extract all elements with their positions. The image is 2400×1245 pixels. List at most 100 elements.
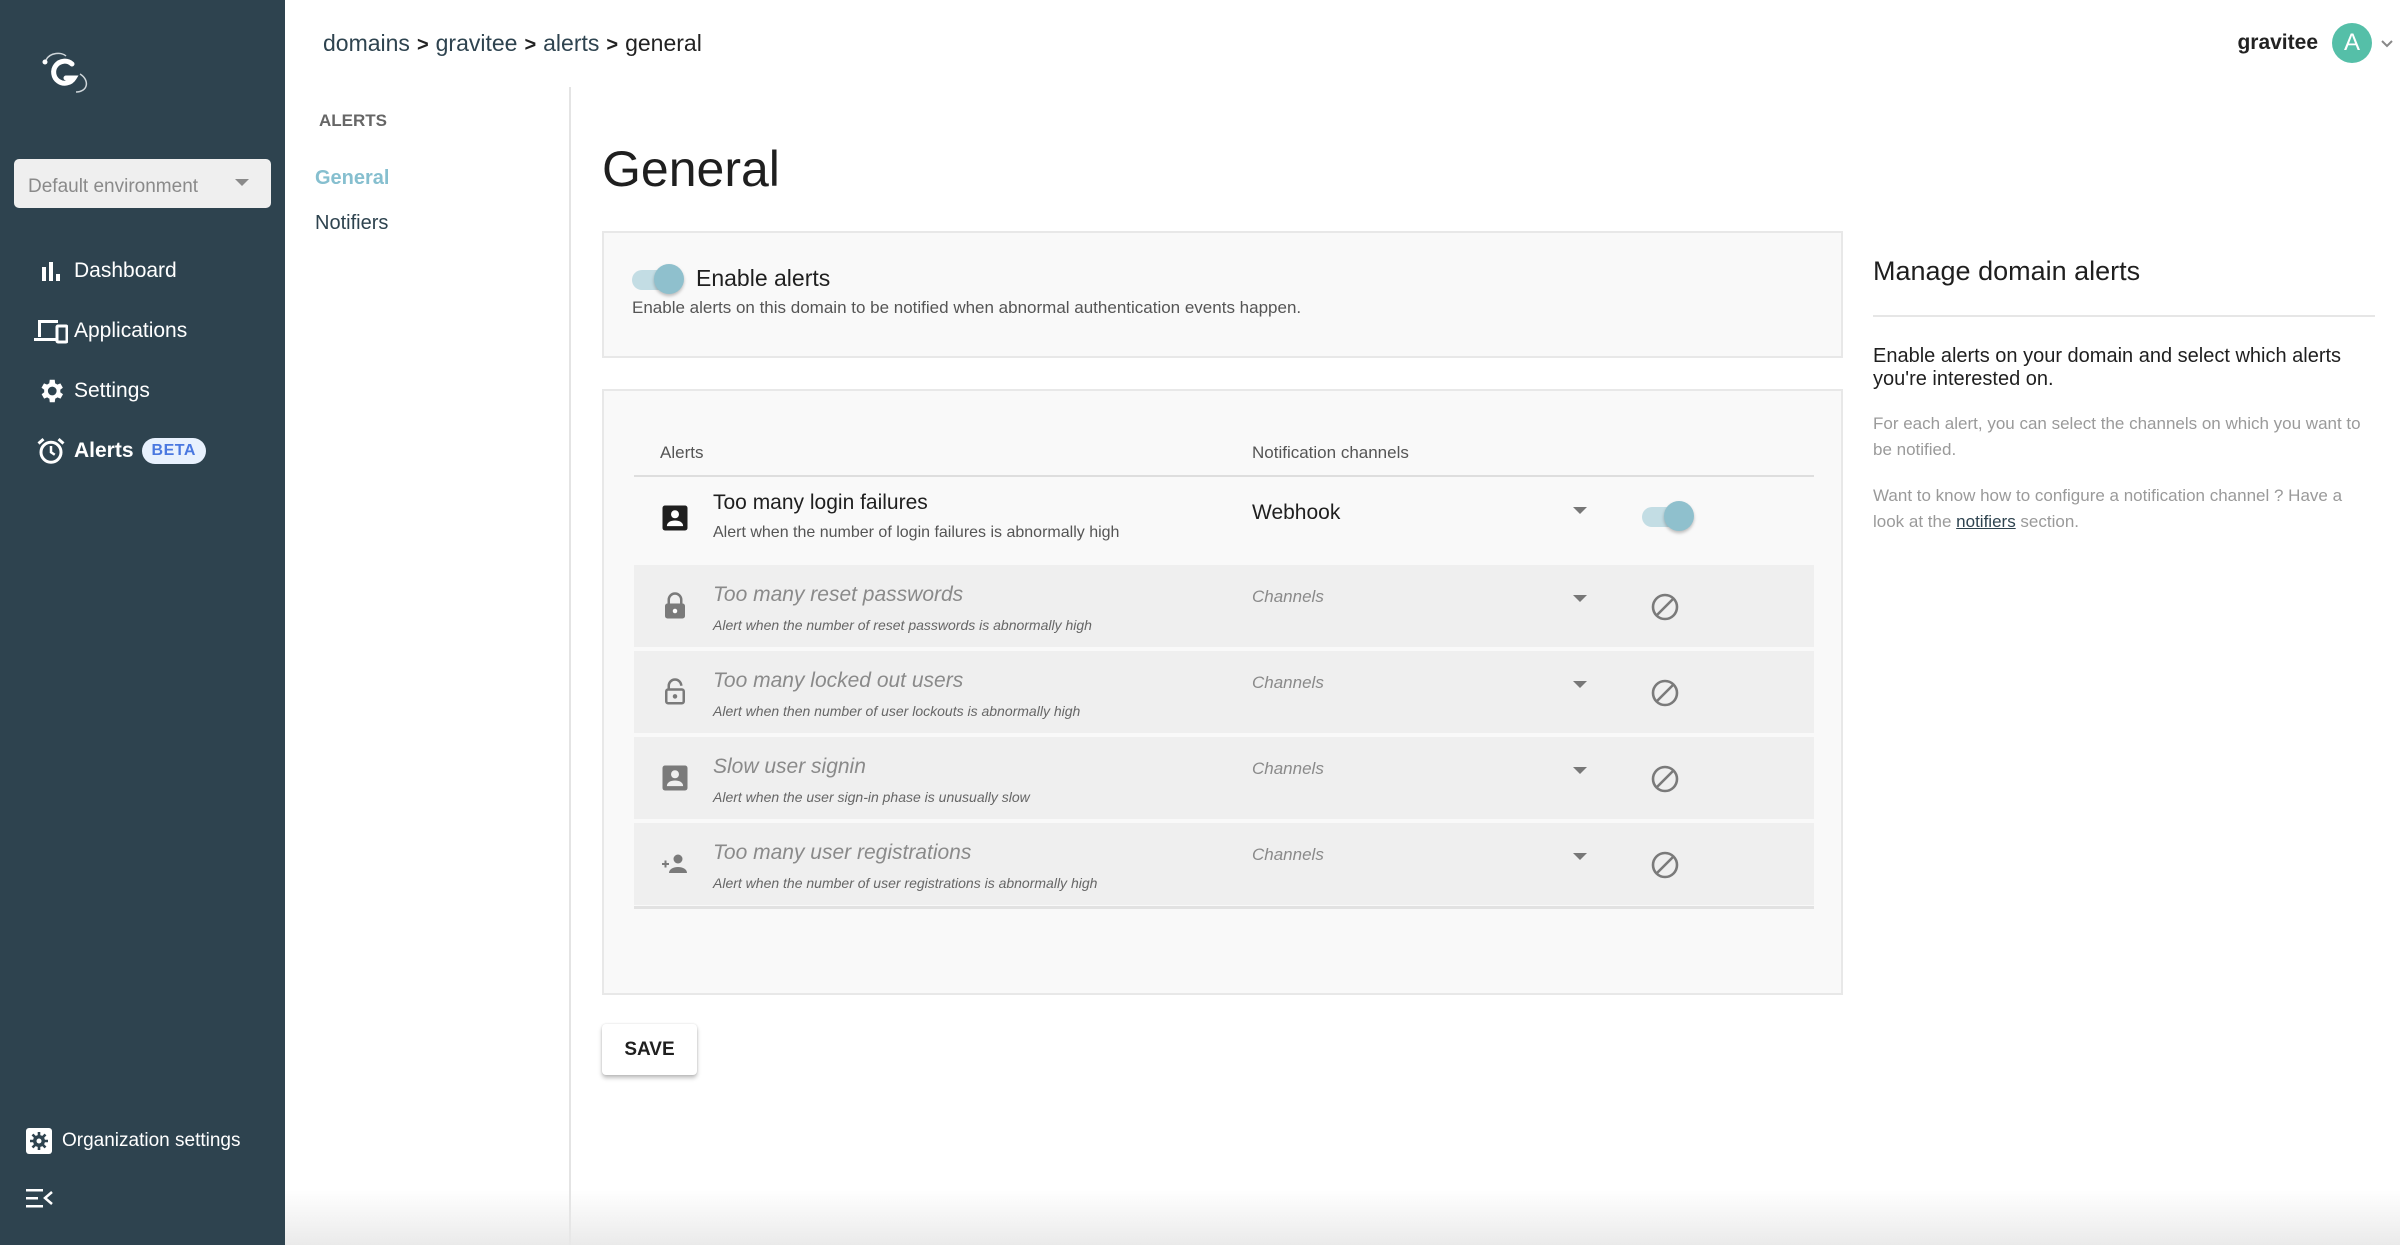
table-row: Too many locked out users Alert when the… [634,651,1814,733]
caret-down-icon [1573,767,1587,774]
account-box-icon [662,765,688,791]
menu-collapse-icon[interactable] [26,1187,54,1209]
chevron-down-icon[interactable] [2378,34,2396,52]
subnav-item-general[interactable]: General [315,167,389,190]
breadcrumb-current: general [625,30,702,56]
gear-icon [34,374,68,408]
alert-title: Too many reset passwords [713,583,964,606]
channels-select-placeholder: Channels [1252,673,1324,692]
help-divider [1873,315,2375,317]
breadcrumb-domains[interactable]: domains [323,30,410,56]
breadcrumb-alerts[interactable]: alerts [543,30,599,56]
alert-toggle[interactable] [1642,501,1694,531]
alert-description: Alert when the number of reset passwords… [713,617,1092,633]
sidebar-item-settings[interactable]: Settings [0,369,285,413]
enable-alerts-description: Enable alerts on this domain to be notif… [632,298,1302,317]
table-row: Too many user registrations Alert when t… [634,823,1814,905]
devices-icon [34,314,68,348]
alert-title: Slow user signin [713,755,866,778]
help-paragraph: For each alert, you can select the chann… [1873,414,2361,459]
save-button[interactable]: SAVE [602,1024,697,1075]
bottom-fade [285,1190,2400,1245]
user-name: gravitee [2237,31,2318,54]
gravitee-logo[interactable] [36,48,94,94]
help-lead: Enable alerts on your domain and select … [1873,345,2342,390]
channels-select-placeholder: Channels [1252,845,1324,864]
sidebar-item-label: Alerts [74,439,134,462]
alarm-clock-icon [34,434,68,468]
account-box-icon [662,505,688,531]
sidebar-item-dashboard[interactable]: Dashboard [0,249,285,293]
help-panel: Manage domain alerts Enable alerts on yo… [1873,256,2375,535]
channels-select-placeholder: Channels [1252,587,1324,606]
table-row: Slow user signin Alert when the user sig… [634,737,1814,819]
block-icon [1651,765,1679,793]
help-paragraph-notifiers: Want to know how to configure a notifica… [1873,483,2375,535]
help-text: Want to know how to configure a notifica… [1873,486,2343,531]
notifiers-link[interactable]: notifiers [1956,512,2016,531]
organization-settings-link[interactable]: Organization settings [0,1120,285,1162]
sidebar-item-label: Settings [74,379,150,402]
environment-select[interactable]: Default environment [14,159,271,208]
sidebar-item-alerts[interactable]: Alerts BETA [0,429,285,473]
channels-select-value: Webhook [1252,501,1341,524]
caret-down-icon [1573,681,1587,688]
breadcrumb: domains > gravitee > alerts > general [323,30,702,57]
caret-down-icon [235,179,249,186]
enable-alerts-toggle[interactable] [632,264,684,294]
table-bottom-divider [634,906,1814,909]
sidebar: Default environment Dashboard Applicatio… [0,0,285,1245]
alert-description: Alert when the number of login failures … [713,524,1120,541]
breadcrumb-separator: > [524,34,537,56]
alert-description: Alert when the user sign-in phase is unu… [713,789,1030,805]
block-icon [1651,679,1679,707]
breadcrumb-gravitee[interactable]: gravitee [436,30,518,56]
table-row: Too many login failures Alert when the n… [634,477,1814,559]
bar-chart-icon [34,254,68,288]
caret-down-icon [1573,507,1587,514]
sidebar-item-label: Applications [74,319,188,342]
caret-down-icon [1573,595,1587,602]
organization-settings-icon [26,1128,52,1154]
beta-badge: BETA [141,438,206,464]
sidebar-item-applications[interactable]: Applications [0,309,285,353]
channels-select[interactable]: Channels [1252,837,1592,873]
sidebar-item-label: Dashboard [74,259,177,282]
channels-select-placeholder: Channels [1252,759,1324,778]
lock-open-icon [665,678,685,705]
alerts-table-card: Alerts Notification channels Too many lo… [602,389,1843,995]
page-title: General [602,141,780,197]
enable-alerts-card: Enable alerts Enable alerts on this doma… [602,231,1843,358]
channels-select[interactable]: Webhook [1252,491,1592,527]
alerts-subnav: ALERTS General Notifiers [285,87,571,1245]
channels-select[interactable]: Channels [1252,579,1592,615]
block-icon [1651,851,1679,879]
avatar[interactable]: A [2332,23,2372,63]
column-header-alerts: Alerts [660,443,704,462]
alert-description: Alert when then number of user lockouts … [713,703,1081,719]
subnav-section-title: ALERTS [319,111,387,130]
toggle-knob [1664,501,1694,531]
alert-title: Too many login failures [713,491,928,514]
breadcrumb-separator: > [606,34,619,56]
user-menu[interactable]: gravitee A [2237,22,2400,64]
caret-down-icon [1573,853,1587,860]
toggle-knob [654,264,684,294]
channels-select[interactable]: Channels [1252,665,1592,701]
person-add-icon [662,854,687,873]
alert-title: Too many locked out users [713,669,964,692]
environment-select-value: Default environment [28,176,199,197]
breadcrumb-separator: > [416,34,429,56]
alert-description: Alert when the number of user registrati… [713,875,1098,891]
table-row: Too many reset passwords Alert when the … [634,565,1814,647]
lock-icon [665,592,685,619]
channels-select[interactable]: Channels [1252,751,1592,787]
column-header-notification-channels: Notification channels [1252,443,1409,462]
subnav-item-notifiers[interactable]: Notifiers [315,212,388,235]
organization-settings-label: Organization settings [62,1130,241,1151]
block-icon [1651,593,1679,621]
help-title: Manage domain alerts [1873,256,2141,286]
alert-title: Too many user registrations [713,841,972,864]
enable-alerts-label: Enable alerts [696,265,831,291]
help-text: section. [2015,512,2080,531]
